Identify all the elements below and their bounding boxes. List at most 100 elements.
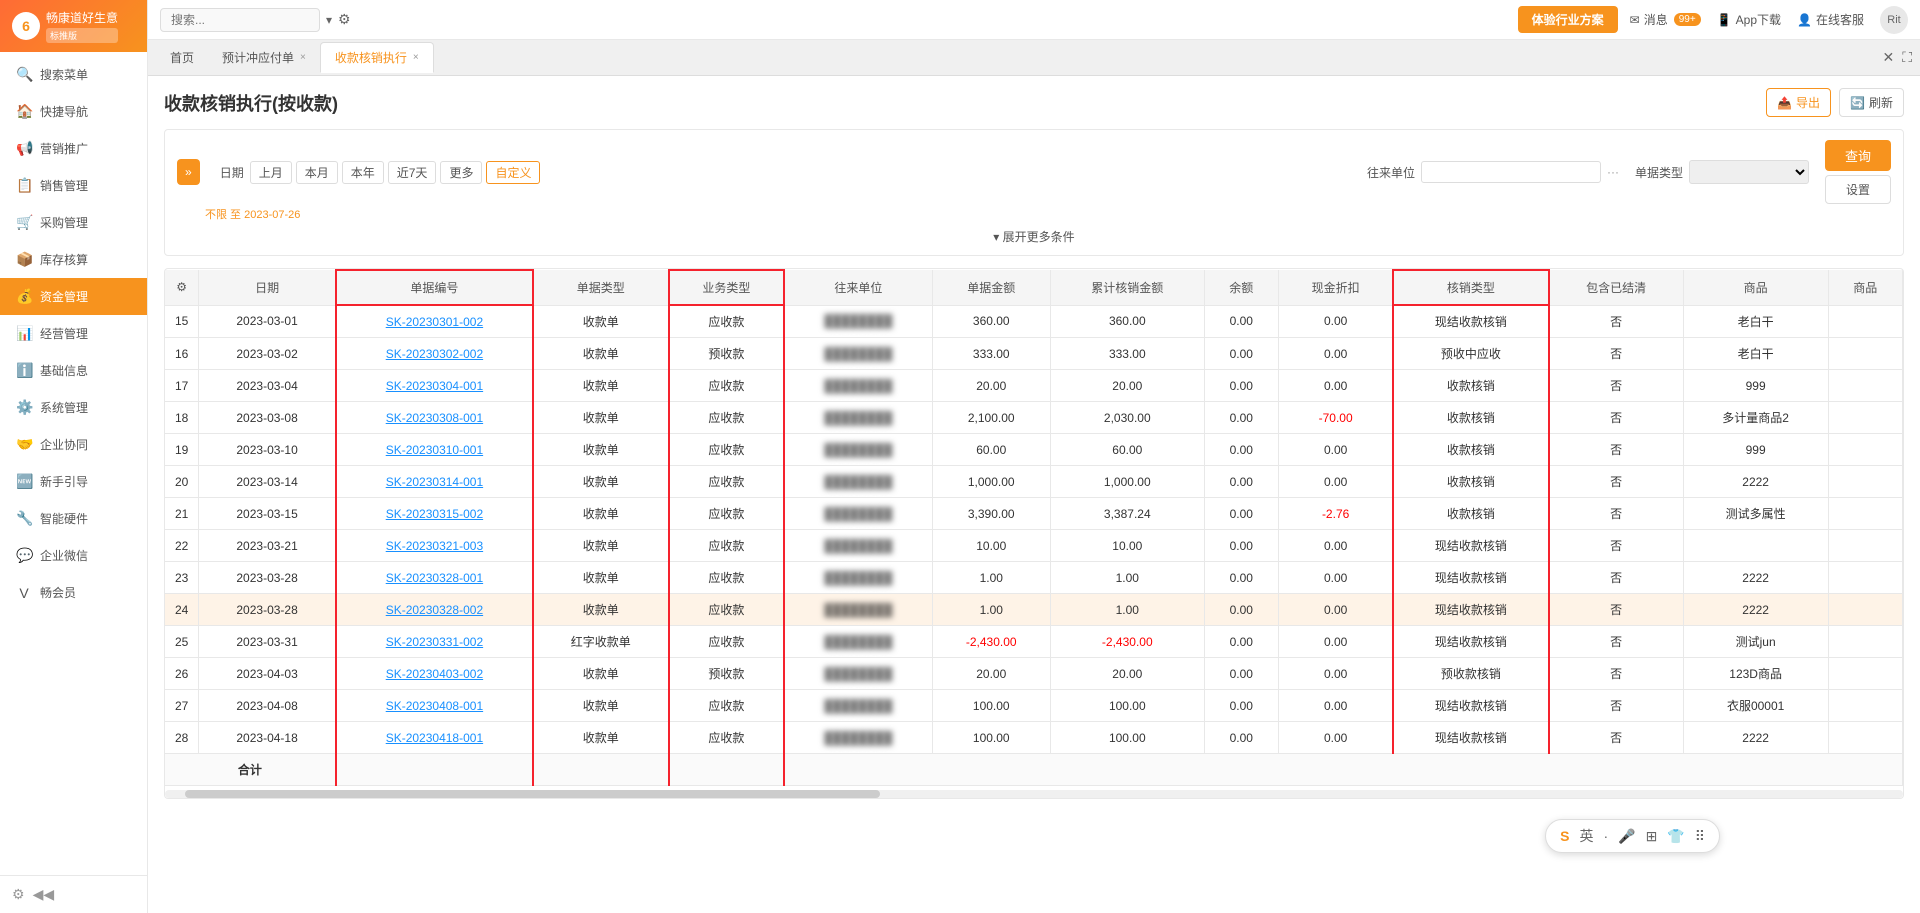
ime-dot-icon: · (1603, 828, 1608, 844)
voucher-link[interactable]: SK-20230331-002 (386, 635, 483, 649)
voucher-link[interactable]: SK-20230302-002 (386, 347, 483, 361)
sidebar-item-enterprise[interactable]: 🤝 企业协同 (0, 426, 147, 463)
tab-receipt-exec[interactable]: 收款核销执行 × (320, 42, 434, 73)
voucher-link[interactable]: SK-20230304-001 (386, 379, 483, 393)
voucher-link[interactable]: SK-20230418-001 (386, 731, 483, 745)
row-include-settled: 否 (1549, 370, 1684, 402)
tab-payable-close[interactable]: × (300, 52, 306, 63)
sidebar-item-quicknav[interactable]: 🏠 快捷导航 (0, 93, 147, 130)
tab-payable[interactable]: 预计冲应付单 × (208, 43, 320, 72)
col-amount: 单据金额 (932, 270, 1050, 305)
tab-home[interactable]: 首页 (156, 43, 208, 72)
row-cumulative: 360.00 (1050, 305, 1204, 338)
filter-voucher-label: 单据类型 (1635, 164, 1683, 181)
sidebar-item-system[interactable]: ⚙️ 系统管理 (0, 389, 147, 426)
date-btn-this-year[interactable]: 本年 (342, 161, 384, 184)
sidebar-item-finance[interactable]: 💰 资金管理 (0, 278, 147, 315)
date-btn-last-month[interactable]: 上月 (250, 161, 292, 184)
voucher-link[interactable]: SK-20230314-001 (386, 475, 483, 489)
voucher-link[interactable]: SK-20230328-001 (386, 571, 483, 585)
row-cumulative: 3,387.24 (1050, 498, 1204, 530)
sidebar-item-wechat[interactable]: 💬 企业微信 (0, 537, 147, 574)
app-download-button[interactable]: 📱 App下载 (1717, 11, 1781, 28)
voucher-link[interactable]: SK-20230308-001 (386, 411, 483, 425)
ime-text-icon[interactable]: 英 (1579, 826, 1593, 846)
date-btn-more[interactable]: 更多 (440, 161, 482, 184)
row-voucher-no: SK-20230308-001 (336, 402, 533, 434)
filter-voucher-select[interactable] (1689, 160, 1809, 184)
row-product2 (1828, 594, 1902, 626)
date-btn-this-month[interactable]: 本月 (296, 161, 338, 184)
sidebar-icon-system: ⚙️ (16, 399, 32, 416)
row-writeoff-type: 现结收款核销 (1393, 305, 1548, 338)
sidebar-icon-marketing: 📢 (16, 140, 32, 157)
sidebar-item-hardware[interactable]: 🔧 智能硬件 (0, 500, 147, 537)
row-balance: 0.00 (1204, 562, 1278, 594)
sidebar-item-sales[interactable]: 📋 销售管理 (0, 167, 147, 204)
sidebar-item-member[interactable]: V 畅会员 (0, 574, 147, 611)
row-date: 2023-03-01 (199, 305, 336, 338)
row-biz-type: 预收款 (669, 338, 785, 370)
row-no: 19 (165, 434, 199, 466)
ime-shirt-icon[interactable]: 👕 (1667, 828, 1684, 845)
refresh-button[interactable]: 🔄 刷新 (1839, 88, 1904, 117)
row-writeoff-type: 收款核销 (1393, 498, 1548, 530)
query-button[interactable]: 查询 (1825, 140, 1891, 171)
col-balance: 余额 (1204, 270, 1278, 305)
export-button[interactable]: 📤 导出 (1766, 88, 1831, 117)
row-product: 2222 (1683, 594, 1828, 626)
voucher-link[interactable]: SK-20230403-002 (386, 667, 483, 681)
voucher-link[interactable]: SK-20230408-001 (386, 699, 483, 713)
notification-badge: 99+ (1674, 13, 1701, 26)
tab-fullscreen-icon[interactable]: ⛶ (1902, 49, 1912, 66)
sidebar-item-marketing[interactable]: 📢 营销推广 (0, 130, 147, 167)
row-no: 22 (165, 530, 199, 562)
filter-counterpart-input[interactable] (1421, 161, 1601, 183)
voucher-link[interactable]: SK-20230328-002 (386, 603, 483, 617)
row-biz-type: 应收款 (669, 466, 785, 498)
service-icon: 👤 (1797, 13, 1812, 27)
header-gear-icon[interactable]: ⚙ (338, 11, 351, 28)
solution-button[interactable]: 体验行业方案 (1518, 6, 1618, 33)
tab-close-all-icon[interactable]: ✕ (1882, 49, 1894, 66)
tab-receipt-close[interactable]: × (413, 52, 419, 63)
page-actions: 📤 导出 🔄 刷新 (1766, 88, 1904, 117)
sidebar-icon-quicknav: 🏠 (16, 103, 32, 120)
row-cash-discount: 0.00 (1278, 658, 1393, 690)
settings-button[interactable]: 设置 (1825, 175, 1891, 204)
sidebar-item-operations[interactable]: 📊 经营管理 (0, 315, 147, 352)
ime-mic-icon[interactable]: 🎤 (1618, 828, 1635, 845)
sidebar-item-guide[interactable]: 🆕 新手引导 (0, 463, 147, 500)
date-btn-custom[interactable]: 自定义 (486, 161, 540, 184)
filter-expand-arrow[interactable]: » (177, 159, 200, 185)
settings-icon[interactable]: ⚙ (12, 886, 25, 903)
header-search-input[interactable] (160, 8, 320, 32)
main-content: ▾ ⚙ 体验行业方案 ✉ 消息 99+ 📱 App下载 👤 在线客服 Rit 首… (148, 0, 1920, 913)
row-cash-discount: 0.00 (1278, 562, 1393, 594)
row-voucher-type: 收款单 (533, 658, 668, 690)
voucher-link[interactable]: SK-20230301-002 (386, 315, 483, 329)
voucher-link[interactable]: SK-20230321-003 (386, 539, 483, 553)
filter-counterpart-item: 往来单位 ··· (1367, 161, 1619, 183)
sidebar-item-inventory[interactable]: 📦 库存核算 (0, 241, 147, 278)
collapse-icon[interactable]: ◀◀ (33, 886, 55, 903)
ime-grid-icon[interactable]: ⊞ (1646, 828, 1658, 845)
sidebar-item-purchase[interactable]: 🛒 采购管理 (0, 204, 147, 241)
user-avatar[interactable]: Rit (1880, 6, 1908, 34)
table-scroll-bar[interactable] (165, 790, 1903, 798)
online-service-button[interactable]: 👤 在线客服 (1797, 11, 1864, 28)
notification-button[interactable]: ✉ 消息 99+ (1630, 11, 1701, 28)
expand-conditions-btn[interactable]: ▾ 展开更多条件 (993, 230, 1074, 244)
filter-dots[interactable]: ··· (1607, 165, 1619, 179)
sidebar-label-finance: 资金管理 (40, 288, 88, 305)
filter-date-range: 不限 至 2023-07-26 (205, 209, 300, 221)
row-product: 999 (1683, 370, 1828, 402)
sidebar-item-search[interactable]: 🔍 搜索菜单 (0, 56, 147, 93)
col-settings[interactable]: ⚙ (165, 270, 199, 305)
header-dropdown-icon[interactable]: ▾ (326, 13, 332, 27)
ime-apps-icon[interactable]: ⠿ (1695, 828, 1705, 845)
voucher-link[interactable]: SK-20230315-002 (386, 507, 483, 521)
sidebar-item-basic[interactable]: ℹ️ 基础信息 (0, 352, 147, 389)
date-btn-7days[interactable]: 近7天 (388, 161, 437, 184)
voucher-link[interactable]: SK-20230310-001 (386, 443, 483, 457)
